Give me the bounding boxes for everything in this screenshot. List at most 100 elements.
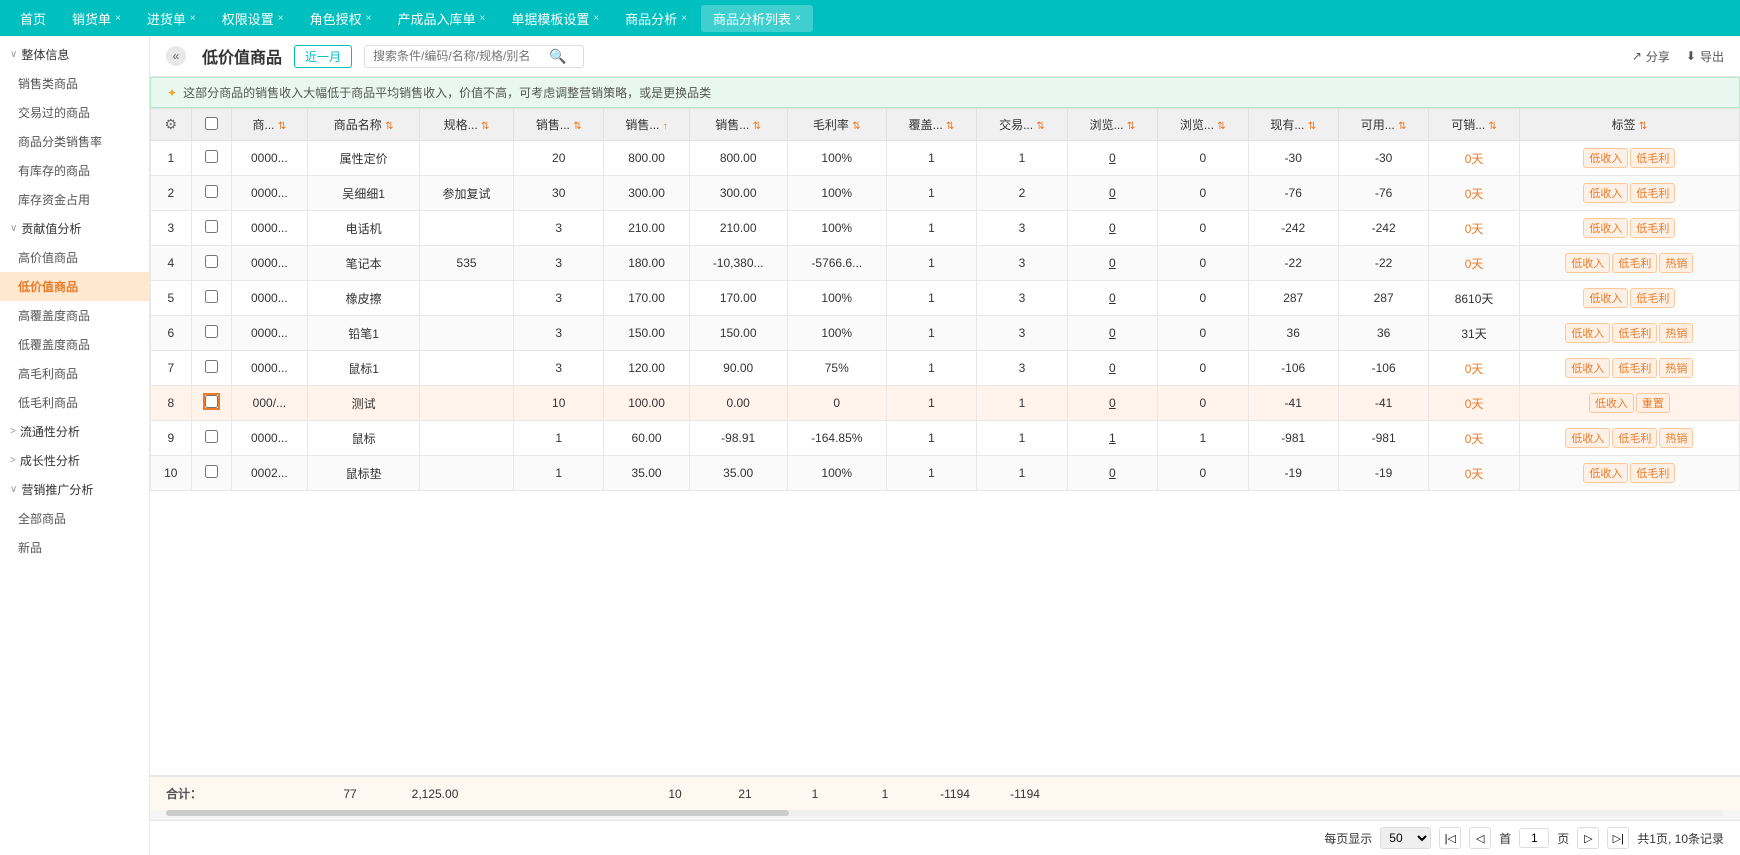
row-checkbox[interactable]	[191, 421, 231, 456]
row-checkbox[interactable]	[191, 141, 231, 176]
col-gear[interactable]: ⚙	[151, 109, 192, 141]
col-current[interactable]: 现有... ⇅	[1248, 109, 1338, 141]
col-name[interactable]: 商品名称 ⇅	[308, 109, 420, 141]
sidebar-item-category-sales[interactable]: 商品分类销售率	[0, 127, 149, 156]
first-page-button[interactable]: |◁	[1439, 827, 1461, 849]
row-checkbox[interactable]	[191, 351, 231, 386]
sidebar-item-low-coverage[interactable]: 低覆盖度商品	[0, 330, 149, 359]
period-button[interactable]: 近一月	[294, 45, 352, 68]
row-view1[interactable]: 0	[1067, 316, 1157, 351]
sidebar-item-stock-capital[interactable]: 库存资金占用	[0, 185, 149, 214]
row-checkbox[interactable]	[191, 246, 231, 281]
col-sale-qty[interactable]: 销售... ⇅	[514, 109, 604, 141]
row-view1[interactable]: 0	[1067, 176, 1157, 211]
nav-sales-order[interactable]: 销货单 ×	[60, 5, 133, 32]
row-view1[interactable]: 0	[1067, 281, 1157, 316]
sidebar-group-marketing[interactable]: ∨ 营销推广分析	[0, 475, 149, 504]
view1-link[interactable]: 0	[1109, 256, 1116, 270]
sidebar-item-low-margin[interactable]: 低毛利商品	[0, 388, 149, 417]
row-view1[interactable]: 0	[1067, 246, 1157, 281]
row-select-checkbox[interactable]	[205, 465, 218, 478]
col-view2[interactable]: 浏览... ⇅	[1158, 109, 1248, 141]
row-view1[interactable]: 0	[1067, 386, 1157, 421]
row-checkbox[interactable]	[191, 456, 231, 491]
view1-link[interactable]: 0	[1109, 151, 1116, 165]
col-sale-price[interactable]: 销售... ↑	[604, 109, 689, 141]
nav-close-icon[interactable]: ×	[593, 13, 599, 24]
nav-close-icon[interactable]: ×	[479, 13, 485, 24]
col-sellable[interactable]: 可销... ⇅	[1429, 109, 1519, 141]
row-checkbox[interactable]	[191, 211, 231, 246]
sidebar-item-high-value[interactable]: 高价值商品	[0, 243, 149, 272]
row-select-checkbox[interactable]	[205, 325, 218, 338]
sidebar-group-overall[interactable]: ∨ 整体信息	[0, 40, 149, 69]
nav-role-auth[interactable]: 角色授权 ×	[298, 5, 384, 32]
row-checkbox[interactable]	[191, 176, 231, 211]
nav-purchase-order[interactable]: 进货单 ×	[135, 5, 208, 32]
col-id[interactable]: 商... ⇅	[231, 109, 308, 141]
row-select-checkbox[interactable]	[205, 360, 218, 373]
view1-link[interactable]: 0	[1109, 326, 1116, 340]
col-margin[interactable]: 毛利率 ⇅	[787, 109, 886, 141]
next-page-button[interactable]: ▷	[1577, 827, 1599, 849]
row-select-checkbox[interactable]	[205, 150, 218, 163]
nav-template-settings[interactable]: 单据模板设置 ×	[499, 5, 611, 32]
col-trade[interactable]: 交易... ⇅	[977, 109, 1067, 141]
row-select-checkbox[interactable]	[205, 430, 218, 443]
nav-close-icon[interactable]: ×	[681, 13, 687, 24]
sidebar-item-stock-goods[interactable]: 有库存的商品	[0, 156, 149, 185]
nav-close-icon[interactable]: ×	[278, 13, 284, 24]
view1-link[interactable]: 1	[1109, 431, 1116, 445]
sidebar-group-growth[interactable]: > 成长性分析	[0, 446, 149, 475]
row-select-checkbox[interactable]	[205, 255, 218, 268]
col-spec[interactable]: 规格... ⇅	[420, 109, 514, 141]
view1-link[interactable]: 0	[1109, 466, 1116, 480]
row-checkbox[interactable]	[191, 281, 231, 316]
sidebar-item-high-coverage[interactable]: 高覆盖度商品	[0, 301, 149, 330]
view1-link[interactable]: 0	[1109, 396, 1116, 410]
scrollbar-thumb[interactable]	[166, 810, 789, 816]
sidebar-item-low-value[interactable]: 低价值商品	[0, 272, 149, 301]
nav-product-analysis-list[interactable]: 商品分析列表 ×	[701, 5, 813, 32]
row-select-checkbox[interactable]	[205, 290, 218, 303]
search-input[interactable]	[373, 49, 543, 63]
row-view1[interactable]: 0	[1067, 456, 1157, 491]
gear-icon[interactable]: ⚙	[165, 116, 178, 132]
col-checkbox[interactable]	[191, 109, 231, 141]
table-wrapper[interactable]: ⚙ 商... ⇅ 商品名称 ⇅ 规格... ⇅ 销售... ⇅ 销售... ↑ …	[150, 108, 1740, 775]
row-checkbox[interactable]	[191, 386, 231, 421]
col-sale-income[interactable]: 销售... ⇅	[689, 109, 787, 141]
nav-close-icon[interactable]: ×	[115, 13, 121, 24]
col-available[interactable]: 可用... ⇅	[1338, 109, 1428, 141]
collapse-sidebar-button[interactable]: «	[166, 46, 186, 66]
nav-close-icon[interactable]: ×	[366, 13, 372, 24]
view1-link[interactable]: 0	[1109, 186, 1116, 200]
per-page-select[interactable]: 50 100 200	[1380, 827, 1431, 849]
select-all-checkbox[interactable]	[205, 117, 218, 130]
nav-permissions[interactable]: 权限设置 ×	[210, 5, 296, 32]
scrollbar-track[interactable]	[166, 810, 1724, 816]
prev-page-button[interactable]: ◁	[1469, 827, 1491, 849]
col-tags[interactable]: 标签 ⇅	[1519, 109, 1739, 141]
sidebar-group-contribution[interactable]: ∨ 贡献值分析	[0, 214, 149, 243]
nav-product-analysis[interactable]: 商品分析 ×	[613, 5, 699, 32]
view1-link[interactable]: 0	[1109, 361, 1116, 375]
row-view1[interactable]: 0	[1067, 211, 1157, 246]
sidebar-item-new-goods[interactable]: 新品	[0, 533, 149, 562]
export-button[interactable]: ⬇ 导出	[1686, 48, 1724, 65]
sidebar-item-all-goods[interactable]: 全部商品	[0, 504, 149, 533]
row-checkbox[interactable]	[191, 316, 231, 351]
row-select-checkbox[interactable]	[205, 220, 218, 233]
row-view1[interactable]: 1	[1067, 421, 1157, 456]
last-page-button[interactable]: ▷|	[1607, 827, 1629, 849]
view1-link[interactable]: 0	[1109, 221, 1116, 235]
sidebar-item-high-margin[interactable]: 高毛利商品	[0, 359, 149, 388]
share-button[interactable]: ↗ 分享	[1632, 48, 1670, 65]
sidebar-item-sales-goods[interactable]: 销售类商品	[0, 69, 149, 98]
row-select-checkbox[interactable]	[205, 395, 218, 408]
col-view1[interactable]: 浏览... ⇅	[1067, 109, 1157, 141]
nav-close-icon[interactable]: ×	[795, 13, 801, 24]
row-select-checkbox[interactable]	[205, 185, 218, 198]
sidebar-item-traded-goods[interactable]: 交易过的商品	[0, 98, 149, 127]
nav-close-icon[interactable]: ×	[190, 13, 196, 24]
